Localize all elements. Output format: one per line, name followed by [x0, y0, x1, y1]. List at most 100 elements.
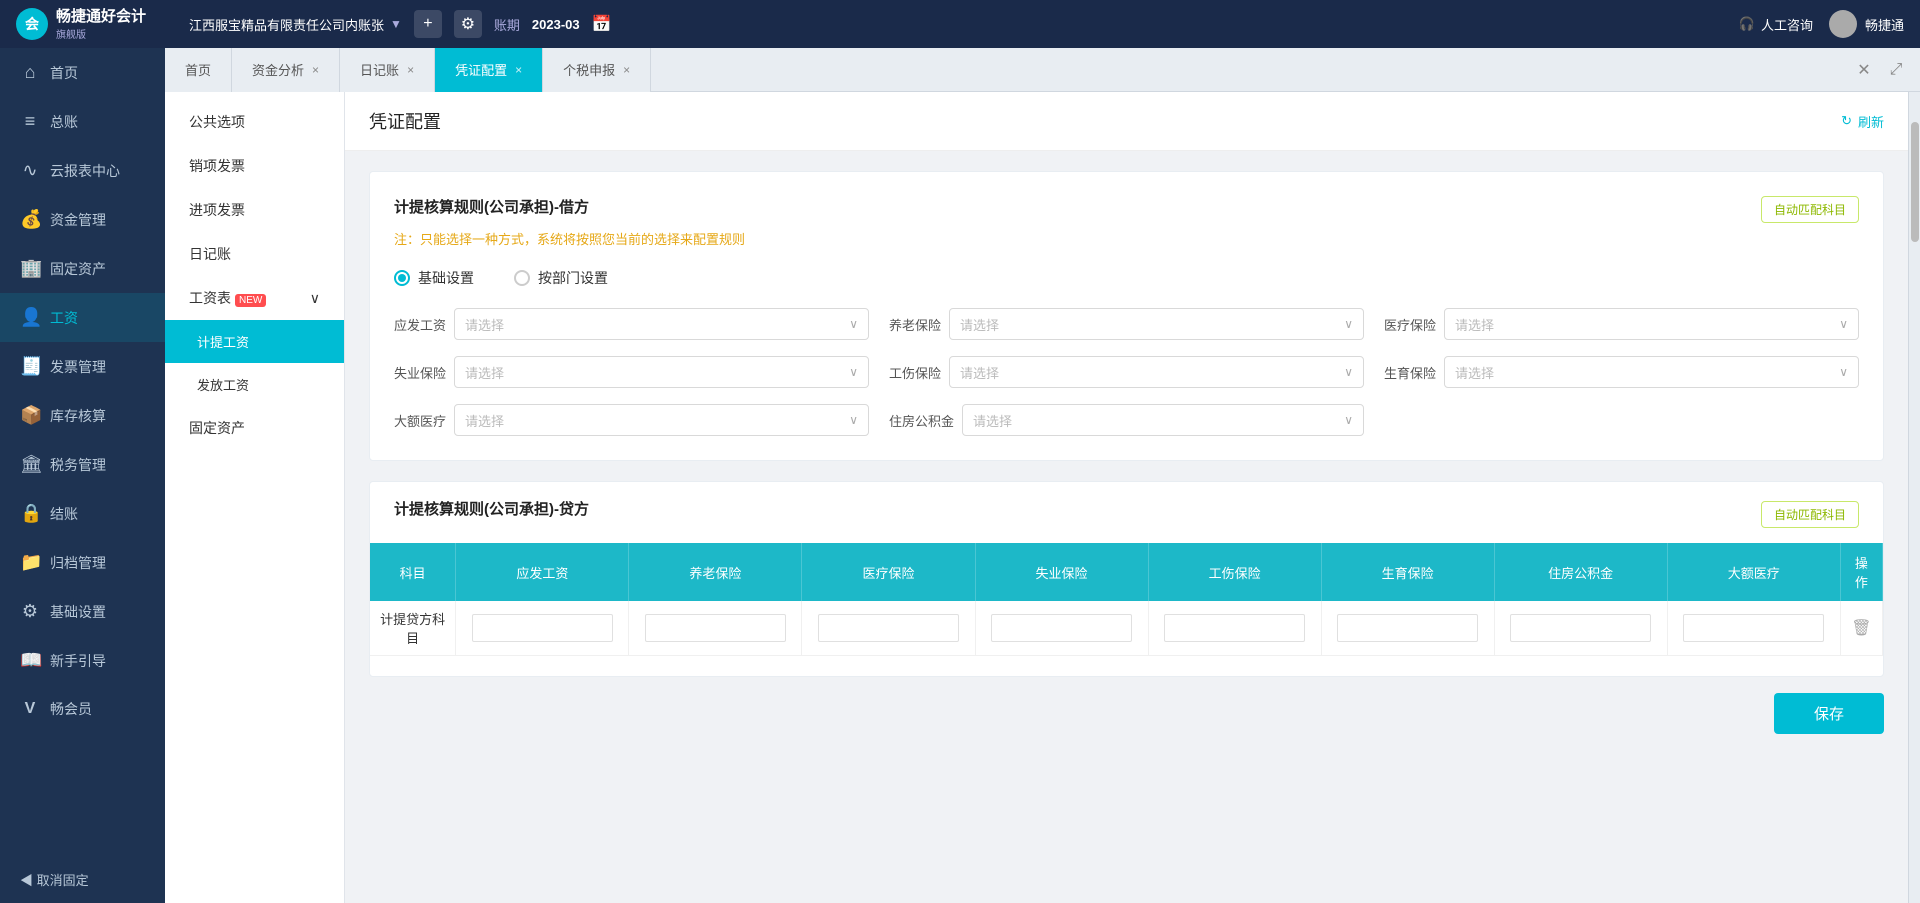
left-nav-fixed-assets[interactable]: 固定资产 [165, 406, 344, 450]
scroll-thumb[interactable] [1911, 122, 1919, 242]
sidebar-item-archive[interactable]: 📁 归档管理 [0, 538, 165, 587]
tab-home[interactable]: 首页 [165, 48, 232, 92]
logo-icon: 会 [16, 8, 48, 40]
logo-title: 畅捷通好会计 [56, 8, 146, 26]
tab-journal-close[interactable]: × [407, 63, 414, 77]
page-layout: 公共选项 销项发票 进项发票 日记账 工资表NEW ∨ 计提工资 发放工资 固定… [165, 92, 1920, 903]
sidebar-label-fund: 资金管理 [50, 210, 106, 230]
add-button[interactable]: + [414, 10, 442, 38]
radio-basic-setup[interactable]: 基础设置 [394, 268, 474, 288]
td-major-medical-cell [1667, 601, 1840, 656]
home-icon: ⌂ [20, 62, 40, 83]
sidebar-item-tax-mgmt[interactable]: 🏛 税务管理 [0, 440, 165, 489]
th-operation: 操作 [1840, 543, 1882, 601]
sidebar-item-payroll[interactable]: 👤 工资 [0, 293, 165, 342]
left-nav-sub: 计提工资 发放工资 [165, 320, 344, 406]
headset-icon: 🎧 [1739, 16, 1755, 32]
th-major-medical: 大额医疗 [1667, 543, 1840, 601]
credit-auto-match-button[interactable]: 自动匹配科目 [1761, 501, 1859, 528]
tutorial-icon: 📖 [20, 650, 40, 671]
calendar-icon[interactable]: 📅 [592, 14, 612, 34]
sidebar-item-basic-settings[interactable]: ⚙ 基础设置 [0, 587, 165, 636]
right-scrollbar[interactable] [1908, 92, 1920, 903]
sidebar-unpin-button[interactable]: ◀ 取消固定 [0, 856, 165, 903]
select-medical[interactable]: 请选择 ∨ [1444, 308, 1859, 340]
tab-journal[interactable]: 日记账 × [340, 48, 435, 92]
service-label: 人工咨询 [1761, 15, 1813, 34]
select-unemployment[interactable]: 请选择 ∨ [454, 356, 869, 388]
sidebar-item-member[interactable]: V 畅会员 [0, 685, 165, 733]
select-gross-salary[interactable]: 请选择 ∨ [454, 308, 869, 340]
sidebar-item-general-ledger[interactable]: ≡ 总账 [0, 97, 165, 146]
tab-voucher-config-close[interactable]: × [515, 63, 522, 77]
select-pension-arrow: ∨ [1344, 317, 1353, 331]
radio-dept-setup[interactable]: 按部门设置 [514, 268, 608, 288]
select-maternity-placeholder: 请选择 [1455, 363, 1494, 382]
form-item-major-medical: 大额医疗 请选择 ∨ [394, 404, 869, 436]
settings-icon[interactable]: ⚙ [454, 10, 482, 38]
refresh-button[interactable]: ↻ 刷新 [1841, 112, 1884, 131]
sidebar-label-general-ledger: 总账 [50, 112, 78, 132]
user-area[interactable]: 畅捷通 [1829, 10, 1904, 38]
form-item-work-injury: 工伤保险 请选择 ∨ [889, 356, 1364, 388]
left-nav-journal[interactable]: 日记账 [165, 232, 344, 276]
page-header: 凭证配置 ↻ 刷新 [345, 92, 1908, 151]
select-pension[interactable]: 请选择 ∨ [949, 308, 1364, 340]
input-major-medical-credit[interactable] [1683, 614, 1823, 642]
left-nav-payroll-group-label: 工资表NEW [189, 288, 266, 308]
service-button[interactable]: 🎧 人工咨询 [1739, 15, 1813, 34]
input-unemployment-credit[interactable] [991, 614, 1131, 642]
select-gross-salary-placeholder: 请选择 [465, 315, 504, 334]
select-major-medical-arrow: ∨ [849, 413, 858, 427]
sidebar-item-fixed-assets[interactable]: 🏢 固定资产 [0, 244, 165, 293]
select-work-injury[interactable]: 请选择 ∨ [949, 356, 1364, 388]
close-window-button[interactable]: ✕ [1852, 58, 1876, 82]
sidebar-item-cloud-report[interactable]: ∿ 云报表中心 [0, 146, 165, 195]
input-maternity-credit[interactable] [1337, 614, 1477, 642]
sidebar-item-invoice-mgmt[interactable]: 🧾 发票管理 [0, 342, 165, 391]
tab-tax-report-close[interactable]: × [623, 63, 630, 77]
debit-auto-match-button[interactable]: 自动匹配科目 [1761, 196, 1859, 223]
company-select[interactable]: 江西服宝精品有限责任公司内账张 ▼ [189, 15, 402, 34]
sidebar-item-fund-mgmt[interactable]: 💰 资金管理 [0, 195, 165, 244]
delete-row-icon[interactable]: 🗑 [1851, 620, 1871, 637]
window-buttons: ✕ ⤢ [1852, 58, 1920, 82]
period-label: 账期 [494, 15, 520, 34]
sidebar-item-tutorial[interactable]: 📖 新手引导 [0, 636, 165, 685]
select-maternity[interactable]: 请选择 ∨ [1444, 356, 1859, 388]
credit-section: 计提核算规则(公司承担)-贷方 自动匹配科目 科目 应发工资 养老保险 医疗保险 [369, 481, 1884, 677]
input-housing-fund-credit[interactable] [1510, 614, 1650, 642]
sidebar-item-home[interactable]: ⌂ 首页 [0, 48, 165, 97]
maximize-window-button[interactable]: ⤢ [1884, 58, 1908, 82]
sidebar-item-inventory[interactable]: 📦 库存核算 [0, 391, 165, 440]
sidebar-item-close-books[interactable]: 🔒 结账 [0, 489, 165, 538]
left-nav-public-options[interactable]: 公共选项 [165, 100, 344, 144]
left-nav-sales-invoice[interactable]: 销项发票 [165, 144, 344, 188]
input-pension-credit[interactable] [645, 614, 785, 642]
input-work-injury-credit[interactable] [1164, 614, 1304, 642]
sidebar-label-home: 首页 [50, 63, 78, 83]
left-nav-accrual-payroll[interactable]: 计提工资 [165, 320, 344, 363]
tab-voucher-config[interactable]: 凭证配置 × [435, 48, 543, 92]
input-gross-salary-credit[interactable] [472, 614, 612, 642]
left-nav-pay-payroll[interactable]: 发放工资 [165, 363, 344, 406]
select-major-medical[interactable]: 请选择 ∨ [454, 404, 869, 436]
archive-icon: 📁 [20, 552, 40, 573]
left-nav-purchase-invoice[interactable]: 进项发票 [165, 188, 344, 232]
tab-tax-report[interactable]: 个税申报 × [543, 48, 651, 92]
debit-section: 计提核算规则(公司承担)-借方 注：只能选择一种方式，系统将按照您当前的选择来配… [369, 171, 1884, 461]
select-housing-fund[interactable]: 请选择 ∨ [962, 404, 1364, 436]
logo-area: 会 畅捷通好会计 旗舰版 [16, 8, 181, 41]
label-maternity: 生育保险 [1384, 363, 1436, 382]
refresh-label: 刷新 [1858, 112, 1884, 131]
left-nav-payroll-group[interactable]: 工资表NEW ∨ [165, 276, 344, 320]
input-medical-credit[interactable] [818, 614, 958, 642]
main-layout: ⌂ 首页 ≡ 总账 ∿ 云报表中心 💰 资金管理 🏢 固定资产 👤 工资 🧾 发… [0, 48, 1920, 903]
th-maternity: 生育保险 [1321, 543, 1494, 601]
tab-fund-analysis[interactable]: 资金分析 × [232, 48, 340, 92]
save-button[interactable]: 保存 [1774, 693, 1884, 734]
form-grid: 应发工资 请选择 ∨ 养老保险 请选择 ∨ [394, 308, 1859, 436]
tab-fund-analysis-close[interactable]: × [312, 63, 319, 77]
company-dropdown-arrow: ▼ [390, 17, 402, 31]
form-item-empty [1384, 404, 1859, 436]
